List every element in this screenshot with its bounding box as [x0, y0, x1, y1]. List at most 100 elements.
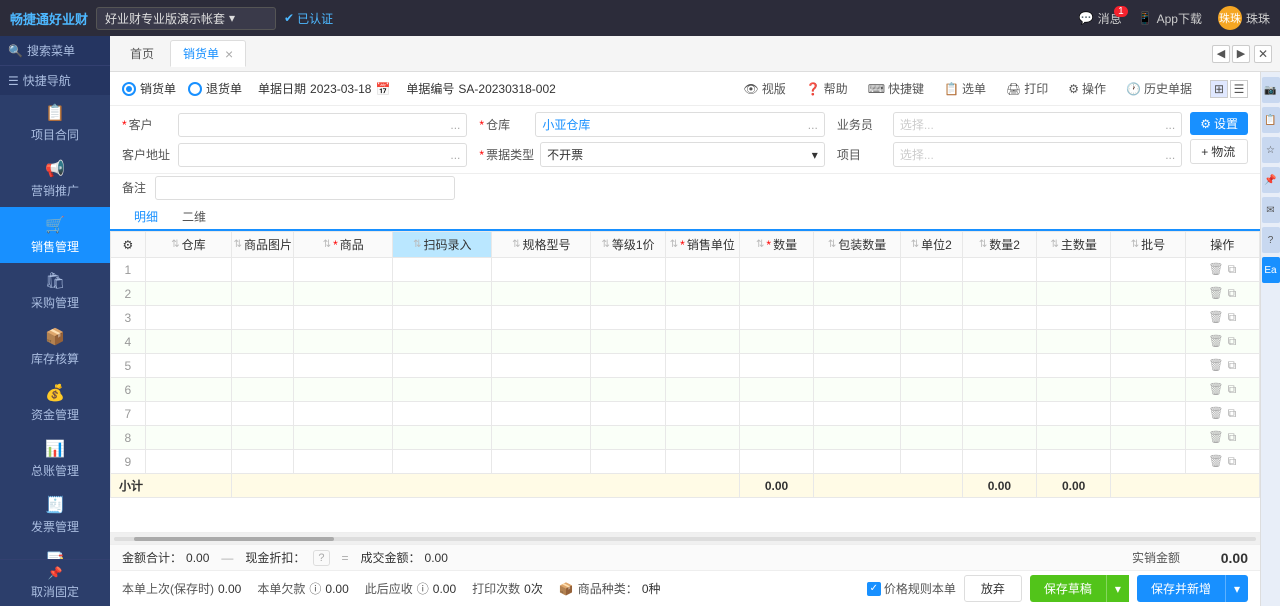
row-cell[interactable] — [145, 282, 232, 306]
row-cell[interactable] — [962, 306, 1036, 330]
staff-input[interactable]: 选择... ... — [893, 112, 1182, 137]
delete-row-btn[interactable]: 🗑 — [1208, 334, 1223, 349]
toolbar-shortcut[interactable]: ⌨ 快捷键 — [862, 78, 930, 99]
row-cell[interactable] — [1037, 282, 1111, 306]
copy-row-btn[interactable]: ⧉ — [1228, 430, 1237, 445]
tab-home[interactable]: 首页 — [118, 41, 166, 66]
row-cell[interactable] — [814, 258, 901, 282]
row-cell[interactable] — [591, 282, 665, 306]
save-new-arrow-btn[interactable]: ▾ — [1225, 575, 1248, 602]
row-cell[interactable] — [739, 306, 813, 330]
app-download-btn[interactable]: 📱 App下载 — [1138, 10, 1202, 27]
list-view-btn[interactable]: ☰ — [1230, 80, 1248, 98]
row-cell[interactable] — [393, 354, 492, 378]
toolbar-help[interactable]: ❓ 帮助 — [800, 78, 854, 99]
row-cell[interactable] — [393, 258, 492, 282]
copy-row-btn[interactable]: ⧉ — [1228, 262, 1237, 277]
th-qty2[interactable]: ⇅数量2 — [962, 232, 1036, 258]
row-cell[interactable] — [665, 450, 739, 474]
row-cell[interactable] — [1111, 282, 1185, 306]
sub-tab-2d[interactable]: 二维 — [170, 204, 218, 231]
row-cell[interactable] — [492, 258, 591, 282]
sidebar-item-tax[interactable]: 📑 税务管理 — [0, 543, 110, 559]
right-btn-active[interactable]: Ea — [1262, 257, 1280, 283]
nav-prev[interactable]: ◀ — [1212, 45, 1230, 63]
row-cell[interactable] — [900, 450, 962, 474]
sidebar-item-marketing[interactable]: 📢 营销推广 — [0, 151, 110, 207]
calendar-icon[interactable]: 📅 — [375, 82, 390, 96]
delete-row-btn[interactable]: 🗑 — [1208, 454, 1223, 469]
row-cell[interactable] — [145, 330, 232, 354]
row-cell[interactable] — [814, 330, 901, 354]
row-cell[interactable] — [814, 450, 901, 474]
scroll-bar[interactable] — [110, 532, 1260, 544]
th-unit[interactable]: ⇅*销售单位 — [665, 232, 739, 258]
copy-row-btn[interactable]: ⧉ — [1228, 286, 1237, 301]
th-batch[interactable]: ⇅批号 — [1111, 232, 1185, 258]
row-cell[interactable] — [665, 258, 739, 282]
row-cell[interactable] — [232, 450, 294, 474]
right-btn-question[interactable]: ? — [1262, 227, 1280, 253]
delete-row-btn[interactable]: 🗑 — [1208, 310, 1223, 325]
row-cell[interactable] — [1111, 330, 1185, 354]
row-cell[interactable] — [739, 282, 813, 306]
row-cell[interactable] — [962, 402, 1036, 426]
row-cell[interactable] — [145, 402, 232, 426]
row-cell[interactable] — [492, 402, 591, 426]
row-cell[interactable] — [492, 282, 591, 306]
tab-close-icon[interactable]: × — [225, 46, 233, 62]
sidebar-item-sales[interactable]: 🛒 销售管理 — [0, 207, 110, 263]
right-btn-photo[interactable]: 📷 — [1262, 77, 1280, 103]
row-cell[interactable] — [739, 354, 813, 378]
row-cell[interactable] — [492, 378, 591, 402]
right-btn-pin[interactable]: 📌 — [1262, 167, 1280, 193]
row-cell[interactable] — [665, 306, 739, 330]
row-cell[interactable] — [232, 402, 294, 426]
right-btn-star[interactable]: ☆ — [1262, 137, 1280, 163]
copy-row-btn[interactable]: ⧉ — [1228, 406, 1237, 421]
row-cell[interactable] — [900, 402, 962, 426]
delete-row-btn[interactable]: 🗑 — [1208, 286, 1223, 301]
toolbar-select[interactable]: 📋 选单 — [938, 78, 992, 99]
company-selector[interactable]: 好业财专业版演示帐套 ▾ — [96, 7, 276, 30]
copy-row-btn[interactable]: ⧉ — [1228, 454, 1237, 469]
toolbar-ops[interactable]: ⚙ 操作 — [1062, 78, 1112, 99]
row-cell[interactable] — [814, 378, 901, 402]
row-cell[interactable] — [1037, 378, 1111, 402]
address-input[interactable]: ... — [178, 143, 467, 167]
th-warehouse[interactable]: ⇅仓库 — [145, 232, 232, 258]
row-cell[interactable] — [591, 378, 665, 402]
th-spec[interactable]: ⇅规格型号 — [492, 232, 591, 258]
row-cell[interactable] — [739, 378, 813, 402]
sidebar-item-accounting[interactable]: 📊 总账管理 — [0, 431, 110, 487]
row-cell[interactable] — [1037, 450, 1111, 474]
th-gear[interactable]: ⚙ — [111, 232, 146, 258]
th-price[interactable]: ⇅等级1价 — [591, 232, 665, 258]
row-cell[interactable] — [393, 306, 492, 330]
row-cell[interactable] — [1111, 258, 1185, 282]
delete-row-btn[interactable]: 🗑 — [1208, 430, 1223, 445]
row-cell[interactable] — [145, 354, 232, 378]
row-cell[interactable] — [294, 354, 393, 378]
row-cell[interactable] — [1037, 330, 1111, 354]
right-btn-copy[interactable]: 📋 — [1262, 107, 1280, 133]
save-new-button[interactable]: 保存并新增 — [1137, 575, 1225, 602]
th-pack[interactable]: ⇅包装数量 — [814, 232, 901, 258]
row-cell[interactable] — [294, 402, 393, 426]
row-cell[interactable] — [492, 330, 591, 354]
row-cell[interactable] — [591, 402, 665, 426]
user-avatar[interactable]: 珠珠 珠珠 — [1218, 6, 1270, 30]
sidebar-item-purchase[interactable]: 🛍 采购管理 — [0, 263, 110, 319]
row-cell[interactable] — [232, 426, 294, 450]
row-cell[interactable] — [739, 450, 813, 474]
project-input[interactable]: 选择... ... — [893, 142, 1182, 167]
delete-row-btn[interactable]: 🗑 — [1208, 406, 1223, 421]
copy-row-btn[interactable]: ⧉ — [1228, 382, 1237, 397]
sidebar-item-invoice[interactable]: 🧾 发票管理 — [0, 487, 110, 543]
row-cell[interactable] — [814, 282, 901, 306]
sidebar-item-finance[interactable]: 💰 资金管理 — [0, 375, 110, 431]
row-cell[interactable] — [294, 258, 393, 282]
row-cell[interactable] — [492, 450, 591, 474]
tab-sale-order[interactable]: 销货单 × — [170, 40, 246, 67]
setting-button[interactable]: ⚙ 设置 — [1190, 112, 1248, 135]
